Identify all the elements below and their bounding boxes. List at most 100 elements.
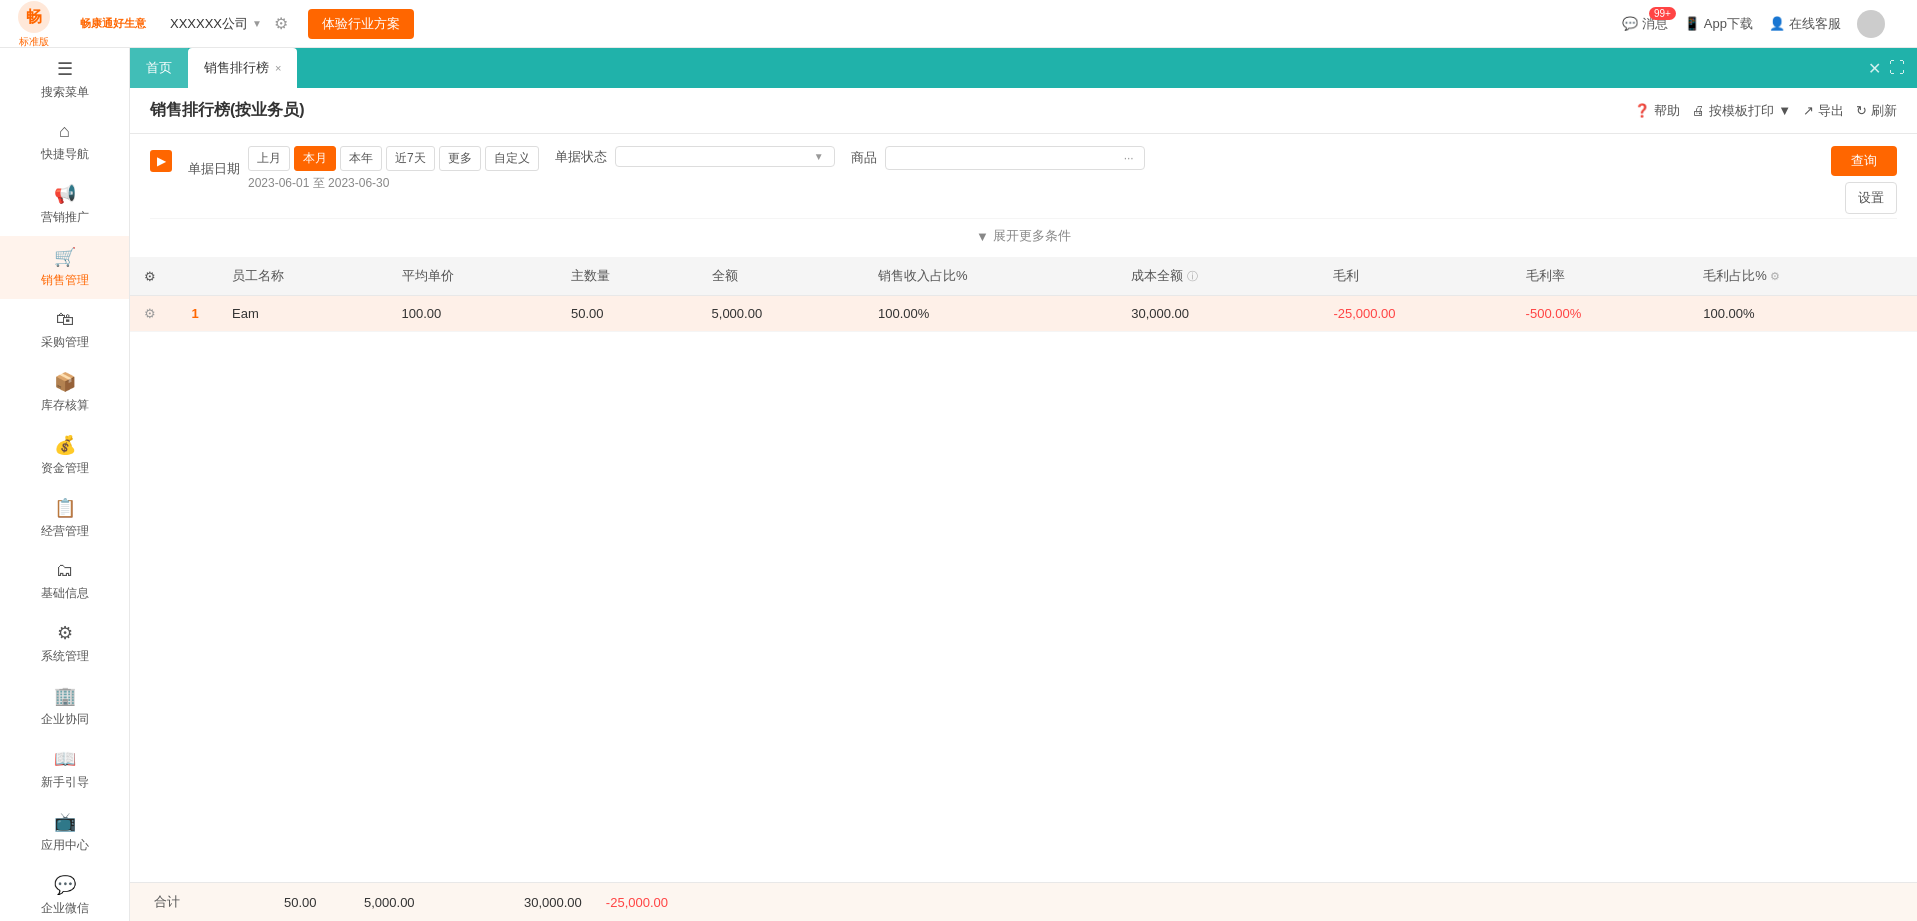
sidebar-item-inventory[interactable]: 📦 库存核算 xyxy=(0,361,129,424)
filter-toggle[interactable]: ▶ xyxy=(150,150,172,172)
goods-input[interactable]: ··· xyxy=(885,146,1145,170)
row-sales-pct: 100.00% xyxy=(866,296,1119,332)
company-selector[interactable]: XXXXXX公司 ▼ xyxy=(170,15,262,33)
col-rank xyxy=(170,257,220,296)
online-service-button[interactable]: 👤 在线客服 xyxy=(1769,15,1841,33)
sidebar: ☰ 搜索菜单 ⌂ 快捷导航 📢 营销推广 🛒 销售管理 🛍 采购管理 📦 库 xyxy=(0,48,130,921)
goods-more-icon[interactable]: ··· xyxy=(1124,151,1134,165)
row-settings[interactable]: ⚙ xyxy=(130,296,170,332)
sidebar-item-label-inventory: 库存核算 xyxy=(41,397,89,414)
col-sales-pct: 销售收入占比% xyxy=(866,257,1119,296)
guide-icon: 📖 xyxy=(54,748,76,770)
filter-inner: ▶ 单据日期 上月 本月 本年 近7天 更多 自定义 xyxy=(150,134,1897,218)
cost-info-icon: ⓘ xyxy=(1187,270,1198,282)
print-label: 按模板打印 xyxy=(1709,102,1774,120)
footer-label: 合计 xyxy=(142,893,192,911)
tab-home[interactable]: 首页 xyxy=(130,48,188,88)
top-bar-left: 畅 标准版 畅康通好生意 XXXXXX公司 ▼ ⚙ 体验行业方案 xyxy=(16,0,414,49)
company-dropdown-icon: ▼ xyxy=(252,18,262,29)
footer-amount: 5,000.00 xyxy=(352,895,432,910)
sidebar-item-label-purchase: 采购管理 xyxy=(41,334,89,351)
sidebar-item-nav[interactable]: ⌂ 快捷导航 xyxy=(0,111,129,173)
logo-icon: 畅 xyxy=(16,0,52,35)
message-button[interactable]: 💬 消息 99+ xyxy=(1622,15,1668,33)
footer-main-qty: 50.00 xyxy=(272,895,352,910)
sidebar-item-basic[interactable]: 🗂 基础信息 xyxy=(0,550,129,612)
content-area: 首页 销售排行榜 × ✕ ⛶ 销售排行榜(按业务员) ❓ 帮助 xyxy=(130,48,1917,921)
sidebar-item-marketing[interactable]: 📢 营销推广 xyxy=(0,173,129,236)
date-btn-custom[interactable]: 自定义 xyxy=(485,146,539,171)
help-label: 帮助 xyxy=(1654,102,1680,120)
company-settings-icon[interactable]: ⚙ xyxy=(274,14,288,33)
sidebar-item-enterprise[interactable]: 🏢 企业协同 xyxy=(0,675,129,738)
table-container: ⚙ 员工名称 平均单价 主数量 全额 销售收入占比% 成本全额 ⓘ 毛利 毛利率 xyxy=(130,257,1917,882)
page-title: 销售排行榜(按业务员) xyxy=(150,100,1634,121)
footer-gross: -25,000.00 xyxy=(594,895,680,910)
service-icon: 👤 xyxy=(1769,16,1785,31)
sidebar-item-label-marketing: 营销推广 xyxy=(41,209,89,226)
tab-close-window-icon[interactable]: ✕ xyxy=(1868,59,1881,78)
tab-maximize-icon[interactable]: ⛶ xyxy=(1889,59,1905,77)
tab-sales-label: 销售排行榜 xyxy=(204,59,269,77)
sidebar-item-label-enterprise: 企业协同 xyxy=(41,711,89,728)
sidebar-item-purchase[interactable]: 🛍 采购管理 xyxy=(0,299,129,361)
col-gross-rate: 毛利率 xyxy=(1514,257,1692,296)
gross-pct-info-icon: ⚙ xyxy=(1770,270,1780,282)
filter-query-area: 查询 设置 xyxy=(1831,146,1897,214)
date-btn-7days[interactable]: 近7天 xyxy=(386,146,435,171)
sidebar-item-system[interactable]: ⚙ 系统管理 xyxy=(0,612,129,675)
app-download-button[interactable]: 📱 App下载 xyxy=(1684,15,1753,33)
query-button[interactable]: 查询 xyxy=(1831,146,1897,176)
tab-sales-ranking[interactable]: 销售排行榜 × xyxy=(188,48,297,88)
help-button[interactable]: ❓ 帮助 xyxy=(1634,102,1680,120)
row-main-qty: 50.00 xyxy=(559,296,700,332)
expand-more-button[interactable]: ▼ 展开更多条件 xyxy=(976,223,1071,249)
filter-section: ▶ 单据日期 上月 本月 本年 近7天 更多 自定义 xyxy=(130,134,1917,257)
goods-filter-label: 商品 xyxy=(851,149,877,167)
sidebar-item-wechat[interactable]: 💬 企业微信 xyxy=(0,864,129,921)
row-employee-name: Eam xyxy=(220,296,390,332)
date-btn-more[interactable]: 更多 xyxy=(439,146,481,171)
sidebar-item-label-guide: 新手引导 xyxy=(41,774,89,791)
filter-settings-button[interactable]: 设置 xyxy=(1845,182,1897,214)
status-filter-group: 单据状态 ▼ xyxy=(555,146,835,167)
refresh-button[interactable]: ↻ 刷新 xyxy=(1856,102,1897,120)
export-button[interactable]: ↗ 导出 xyxy=(1803,102,1844,120)
sidebar-item-label-nav: 快捷导航 xyxy=(41,146,89,163)
date-btn-this-year[interactable]: 本年 xyxy=(340,146,382,171)
filter-arrow-icon[interactable]: ▶ xyxy=(150,150,172,172)
sidebar-item-label-apps: 应用中心 xyxy=(41,837,89,854)
sidebar-item-finance[interactable]: 💰 资金管理 xyxy=(0,424,129,487)
wechat-icon: 💬 xyxy=(54,874,76,896)
purchase-icon: 🛍 xyxy=(56,309,74,330)
sidebar-item-apps[interactable]: 📺 应用中心 xyxy=(0,801,129,864)
logo-area: 畅 标准版 xyxy=(16,0,52,49)
management-icon: 📋 xyxy=(54,497,76,519)
sidebar-item-search[interactable]: ☰ 搜索菜单 xyxy=(0,48,129,111)
top-bar-right: 💬 消息 99+ 📱 App下载 👤 在线客服 xyxy=(1622,10,1901,38)
sidebar-item-guide[interactable]: 📖 新手引导 xyxy=(0,738,129,801)
sidebar-item-management[interactable]: 📋 经营管理 xyxy=(0,487,129,550)
col-employee-name: 员工名称 xyxy=(220,257,390,296)
row-gross-pct: 100.00% xyxy=(1691,296,1917,332)
date-btn-last-month[interactable]: 上月 xyxy=(248,146,290,171)
tab-close-icon[interactable]: × xyxy=(275,62,281,74)
date-btn-this-month[interactable]: 本月 xyxy=(294,146,336,171)
user-avatar[interactable] xyxy=(1857,10,1885,38)
status-dropdown[interactable]: ▼ xyxy=(615,146,835,167)
logo-subtitle: 标准版 xyxy=(19,35,49,49)
date-range-display: 2023-06-01 至 2023-06-30 xyxy=(248,175,539,192)
print-button[interactable]: 🖨 按模板打印 ▼ xyxy=(1692,102,1791,120)
trial-button[interactable]: 体验行业方案 xyxy=(308,9,414,39)
date-buttons: 上月 本月 本年 近7天 更多 自定义 xyxy=(248,146,539,171)
apps-icon: 📺 xyxy=(54,811,76,833)
app-icon: 📱 xyxy=(1684,16,1700,31)
print-icon: 🖨 xyxy=(1692,103,1705,118)
col-settings[interactable]: ⚙ xyxy=(130,257,170,296)
sidebar-item-sales[interactable]: 🛒 销售管理 xyxy=(0,236,129,299)
expand-label: 展开更多条件 xyxy=(993,227,1071,245)
sidebar-item-label-basic: 基础信息 xyxy=(41,585,89,602)
tab-home-label: 首页 xyxy=(146,59,172,77)
tab-bar-actions: ✕ ⛶ xyxy=(1868,59,1917,78)
col-main-qty: 主数量 xyxy=(559,257,700,296)
